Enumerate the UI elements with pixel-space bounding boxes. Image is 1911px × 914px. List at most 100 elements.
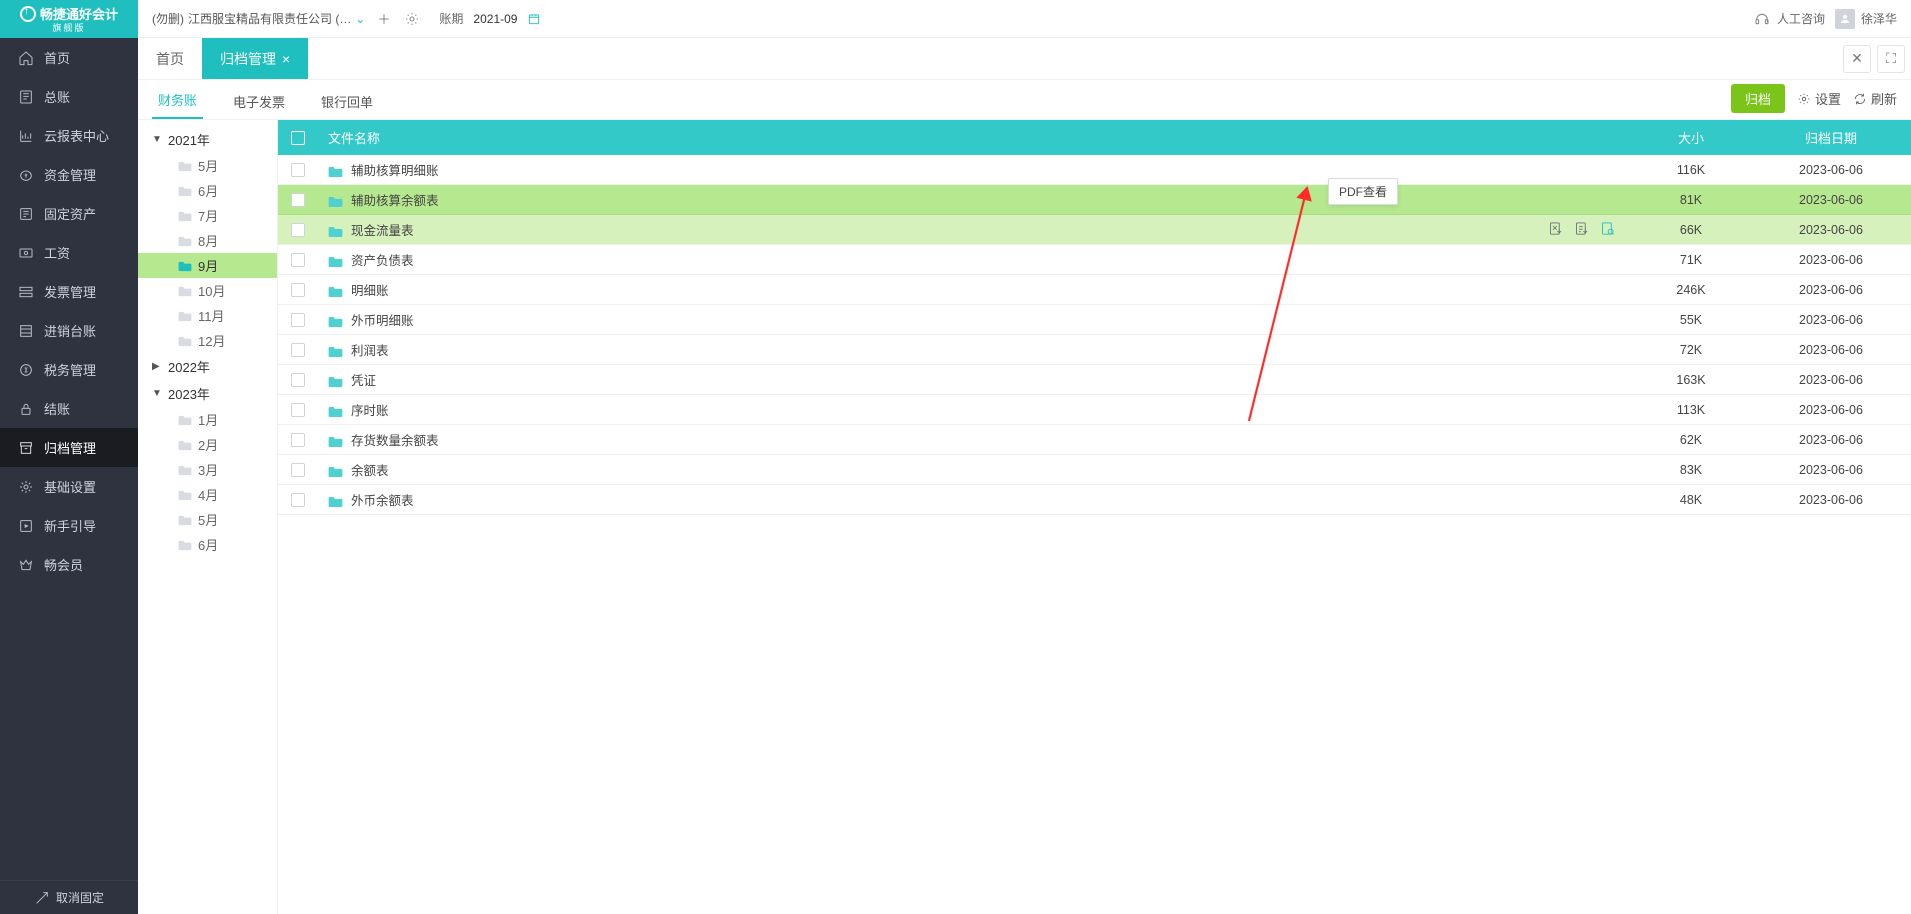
table-row[interactable]: 辅助核算余额表81K2023-06-06	[278, 185, 1911, 215]
row-checkbox[interactable]	[291, 433, 305, 447]
tree-month-2021-11[interactable]: 11月	[138, 303, 277, 328]
row-checkbox[interactable]	[291, 343, 305, 357]
tree-month-2023-4[interactable]: 4月	[138, 482, 277, 507]
tree-year-2023[interactable]: ▼2023年	[138, 380, 277, 407]
avatar-icon	[1835, 9, 1855, 29]
home-icon	[18, 50, 34, 66]
row-checkbox[interactable]	[291, 403, 305, 417]
nav-home[interactable]: 首页	[0, 38, 138, 77]
nav-archive[interactable]: 归档管理	[0, 428, 138, 467]
refresh-link[interactable]: 刷新	[1853, 89, 1897, 108]
nav-member[interactable]: 畅会员	[0, 545, 138, 584]
folder-icon	[178, 160, 192, 171]
download-pdf-icon[interactable]	[1573, 220, 1589, 236]
tree-month-2021-7[interactable]: 7月	[138, 203, 277, 228]
cell-date: 2023-06-06	[1751, 485, 1911, 515]
nav-inventory[interactable]: 进销台账	[0, 311, 138, 350]
table-row[interactable]: 利润表72K2023-06-06	[278, 335, 1911, 365]
col-size[interactable]: 大小	[1631, 120, 1751, 155]
settings-link[interactable]: 设置	[1797, 89, 1841, 108]
nav-payroll[interactable]: 工资	[0, 233, 138, 272]
col-name[interactable]: 文件名称	[318, 120, 1631, 155]
tree-month-2021-8[interactable]: 8月	[138, 228, 277, 253]
tree-month-2021-12[interactable]: 12月	[138, 328, 277, 353]
download-excel-icon[interactable]	[1547, 220, 1563, 236]
workspace: 财务账 电子发票 银行回单 归档 设置 刷新 ▼2021年 5月 6月 7月 8…	[138, 80, 1911, 914]
table-row[interactable]: 现金流量表66K2023-06-06	[278, 215, 1911, 245]
cell-date: 2023-06-06	[1751, 215, 1911, 245]
nav-assets[interactable]: 固定资产	[0, 194, 138, 233]
table-row[interactable]: 存货数量余额表62K2023-06-06	[278, 425, 1911, 455]
row-checkbox[interactable]	[291, 283, 305, 297]
nav-ledger[interactable]: 总账	[0, 77, 138, 116]
view-pdf-icon[interactable]	[1599, 220, 1615, 236]
nav-tax[interactable]: 税务管理	[0, 350, 138, 389]
row-checkbox[interactable]	[291, 313, 305, 327]
headset-icon	[1753, 10, 1771, 28]
tree-month-2023-6[interactable]: 6月	[138, 532, 277, 557]
tree-month-2023-3[interactable]: 3月	[138, 457, 277, 482]
tab-home[interactable]: 首页	[138, 38, 202, 79]
nav-close[interactable]: 结账	[0, 389, 138, 428]
nav-guide[interactable]: 新手引导	[0, 506, 138, 545]
subtab-bank[interactable]: 银行回单	[315, 86, 379, 119]
table-row[interactable]: 辅助核算明细账116K2023-06-06	[278, 155, 1911, 185]
row-checkbox[interactable]	[291, 463, 305, 477]
file-table: 文件名称 大小 归档日期 辅助核算明细账116K2023-06-06辅助核算余额…	[278, 120, 1911, 515]
tree-month-2021-5[interactable]: 5月	[138, 153, 277, 178]
archive-button[interactable]: 归档	[1731, 84, 1785, 113]
add-company-button[interactable]	[375, 10, 393, 28]
table-row[interactable]: 序时账113K2023-06-06	[278, 395, 1911, 425]
row-checkbox[interactable]	[291, 253, 305, 267]
row-checkbox[interactable]	[291, 493, 305, 507]
company-settings-button[interactable]	[403, 10, 421, 28]
tree-year-2022[interactable]: ▶2022年	[138, 353, 277, 380]
tab-close-button[interactable]: ✕	[1843, 45, 1871, 73]
subtab-einvoice[interactable]: 电子发票	[227, 86, 291, 119]
close-icon[interactable]: ×	[282, 51, 290, 67]
table-row[interactable]: 资产负债表71K2023-06-06	[278, 245, 1911, 275]
calendar-icon[interactable]	[527, 12, 541, 26]
tree-month-2023-2[interactable]: 2月	[138, 432, 277, 457]
user-menu[interactable]: 徐泽华	[1835, 9, 1897, 29]
company-selector[interactable]: (勿删) 江西服宝精品有限责任公司 (… ⌄	[152, 10, 365, 27]
tab-archive[interactable]: 归档管理 ×	[202, 38, 308, 79]
nav-reports[interactable]: 云报表中心	[0, 116, 138, 155]
tab-fullscreen-button[interactable]: ⛶	[1877, 45, 1905, 73]
row-checkbox[interactable]	[291, 193, 305, 207]
cell-date: 2023-06-06	[1751, 335, 1911, 365]
row-checkbox[interactable]	[291, 373, 305, 387]
tree-month-2023-1[interactable]: 1月	[138, 407, 277, 432]
cell-size: 81K	[1631, 185, 1751, 215]
nav-settings[interactable]: 基础设置	[0, 467, 138, 506]
period-value[interactable]: 2021-09	[473, 12, 517, 26]
unpin-button[interactable]: 取消固定	[0, 880, 138, 914]
table-row[interactable]: 明细账246K2023-06-06	[278, 275, 1911, 305]
ledger-icon	[18, 89, 34, 105]
row-checkbox[interactable]	[291, 163, 305, 177]
lock-icon	[18, 401, 34, 417]
table-row[interactable]: 外币余额表48K2023-06-06	[278, 485, 1911, 515]
table-row[interactable]: 外币明细账55K2023-06-06	[278, 305, 1911, 335]
nav-funds[interactable]: 资金管理	[0, 155, 138, 194]
col-date[interactable]: 归档日期	[1751, 120, 1911, 155]
tree-month-2023-5[interactable]: 5月	[138, 507, 277, 532]
cell-name: 现金流量表	[318, 215, 1631, 245]
tree-month-2021-10[interactable]: 10月	[138, 278, 277, 303]
subtab-finance[interactable]: 财务账	[152, 84, 203, 119]
tree-year-2021[interactable]: ▼2021年	[138, 126, 277, 153]
row-checkbox[interactable]	[291, 223, 305, 237]
tree-month-2021-6[interactable]: 6月	[138, 178, 277, 203]
consult-button[interactable]: 人工咨询	[1753, 10, 1825, 28]
table-row[interactable]: 余额表83K2023-06-06	[278, 455, 1911, 485]
tree-month-2021-9[interactable]: 9月	[138, 253, 277, 278]
cell-date: 2023-06-06	[1751, 155, 1911, 185]
content: ▼2021年 5月 6月 7月 8月 9月 10月 11月 12月 ▶2022年…	[138, 120, 1911, 914]
select-all-checkbox[interactable]	[291, 131, 305, 145]
cell-name: 利润表	[318, 335, 1631, 365]
folder-icon	[178, 439, 192, 450]
asset-icon	[18, 206, 34, 222]
nav-invoice[interactable]: 发票管理	[0, 272, 138, 311]
table-row[interactable]: 凭证163K2023-06-06	[278, 365, 1911, 395]
cell-size: 62K	[1631, 425, 1751, 455]
